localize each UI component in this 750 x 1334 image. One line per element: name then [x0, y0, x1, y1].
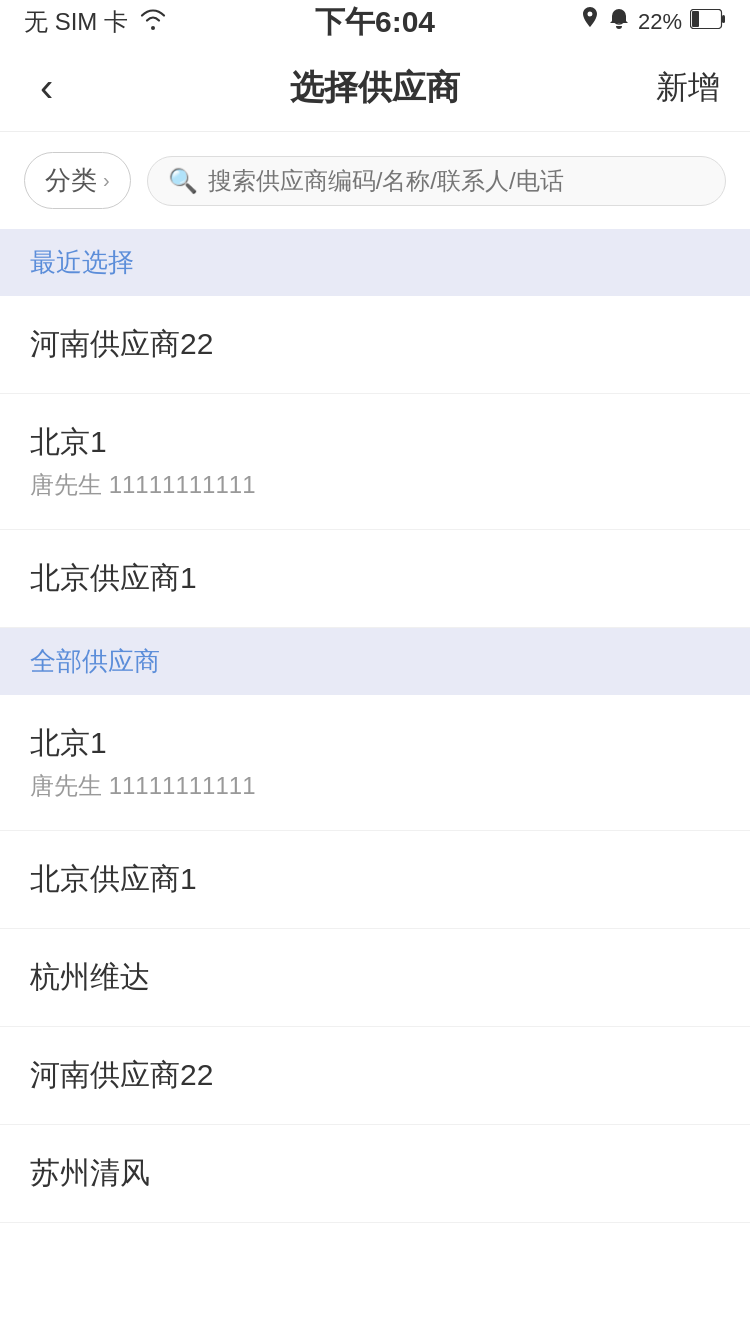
all-suppliers-list: 北京1 唐先生 11111111111 北京供应商1 杭州维达河南供应商22 苏州清风	[0, 695, 750, 1223]
item-name: 北京供应商1	[30, 558, 720, 599]
status-right: 22%	[580, 7, 726, 37]
list-item[interactable]: 北京1 唐先生 11111111111	[0, 695, 750, 831]
battery-percentage: 22%	[638, 9, 682, 35]
item-name: 北京供应商1	[30, 859, 720, 900]
recent-list: 河南供应商22 北京1 唐先生 11111111111 北京供应商1	[0, 296, 750, 628]
status-left: 无 SIM 卡	[24, 6, 168, 38]
search-icon: 🔍	[168, 167, 198, 195]
nav-bar: ‹ 选择供应商 新增	[0, 44, 750, 132]
list-item[interactable]: 北京供应商1	[0, 831, 750, 929]
item-name: 河南供应商22	[30, 324, 720, 365]
battery-icon	[690, 9, 726, 35]
chevron-right-icon: ›	[103, 169, 110, 192]
item-name: 苏州清风	[30, 1153, 720, 1194]
item-name: 北京1	[30, 422, 720, 463]
category-button[interactable]: 分类 ›	[24, 152, 131, 209]
location-icon	[580, 7, 600, 37]
search-input[interactable]	[208, 167, 705, 195]
list-item[interactable]: 杭州维达	[0, 929, 750, 1027]
page-title: 选择供应商	[290, 65, 460, 111]
recent-section-header: 最近选择	[0, 229, 750, 296]
item-name: 杭州维达	[30, 957, 720, 998]
list-item[interactable]: 苏州清风	[0, 1125, 750, 1223]
category-label: 分类	[45, 163, 97, 198]
item-sub: 唐先生 11111111111	[30, 469, 720, 501]
recent-section-label: 最近选择	[30, 247, 134, 277]
alarm-icon	[608, 7, 630, 37]
list-item[interactable]: 河南供应商22	[0, 1027, 750, 1125]
status-bar: 无 SIM 卡 下午6:04 22%	[0, 0, 750, 44]
back-button[interactable]: ‹	[30, 55, 63, 120]
item-name: 河南供应商22	[30, 1055, 720, 1096]
svg-rect-2	[722, 15, 725, 23]
svg-rect-3	[692, 11, 699, 27]
all-section-header: 全部供应商	[0, 628, 750, 695]
status-time: 下午6:04	[315, 2, 435, 43]
list-item[interactable]: 北京供应商1	[0, 530, 750, 628]
search-wrapper[interactable]: 🔍	[147, 156, 726, 206]
filter-bar: 分类 › 🔍	[0, 132, 750, 229]
wifi-icon	[138, 8, 168, 36]
item-sub: 唐先生 11111111111	[30, 770, 720, 802]
list-item[interactable]: 河南供应商22	[0, 296, 750, 394]
all-section-label: 全部供应商	[30, 646, 160, 676]
list-item[interactable]: 北京1 唐先生 11111111111	[0, 394, 750, 530]
carrier-text: 无 SIM 卡	[24, 6, 128, 38]
item-name: 北京1	[30, 723, 720, 764]
add-button[interactable]: 新增	[656, 66, 720, 110]
